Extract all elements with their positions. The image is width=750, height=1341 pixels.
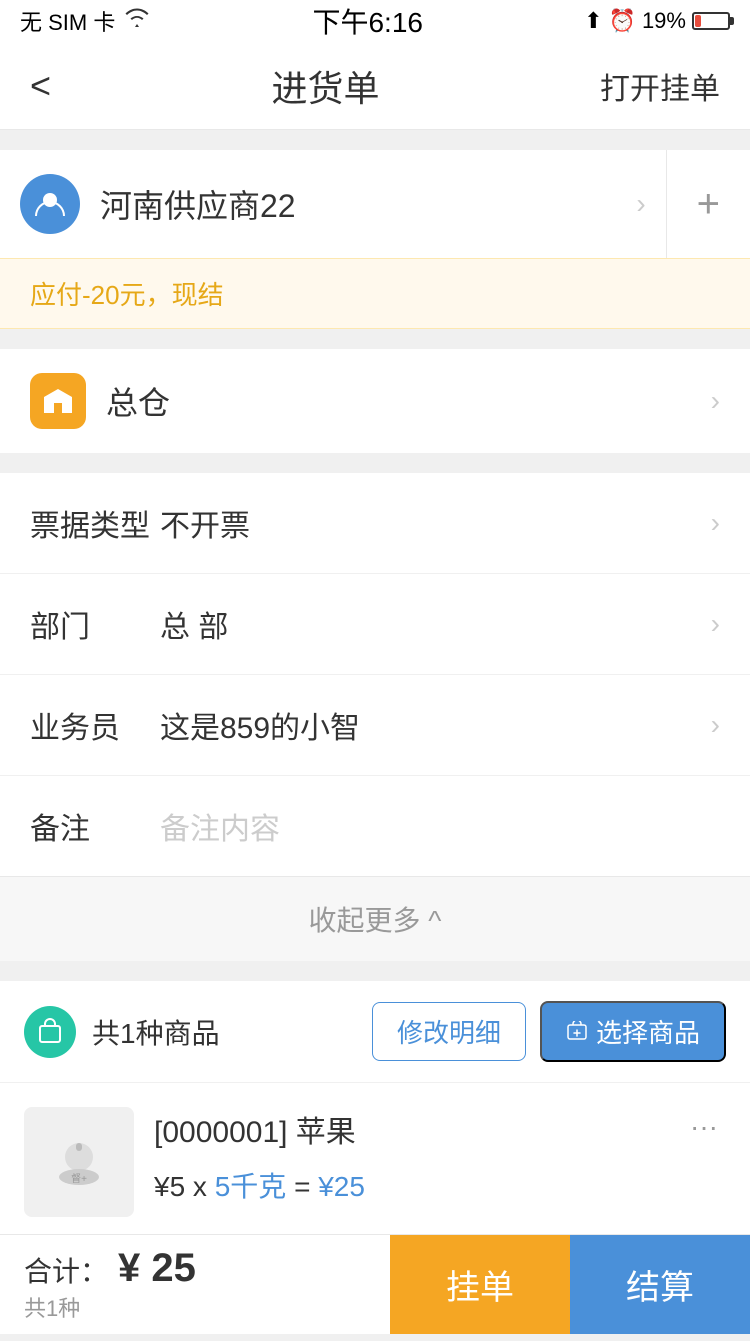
edit-detail-button[interactable]: 修改明细 — [372, 1002, 526, 1061]
total-label: 合计： — [24, 1250, 108, 1290]
carrier-label: 无 SIM 卡 — [20, 5, 115, 37]
products-count: 共1种商品 — [92, 1012, 372, 1052]
products-icon — [24, 1006, 76, 1058]
battery-icon — [692, 12, 730, 30]
total-line: 合计： ¥ 25 — [24, 1246, 366, 1291]
product-equals: = — [294, 1171, 318, 1202]
warehouse-icon — [30, 373, 86, 429]
salesman-label: 业务员 — [30, 703, 160, 747]
svg-text:督+: 督+ — [71, 1172, 87, 1185]
product-thumbnail: 督+ — [24, 1107, 134, 1217]
status-time: 下午6:16 — [312, 1, 423, 41]
open-pending-button[interactable]: 打开挂单 — [600, 64, 720, 108]
department-value: 总 部 — [160, 602, 711, 646]
department-label: 部门 — [30, 602, 160, 646]
bottom-bar: 合计： ¥ 25 共1种 挂单 结算 — [0, 1234, 750, 1334]
wifi-icon — [123, 8, 151, 34]
supplier-avatar — [20, 174, 80, 234]
ticket-type-value: 不开票 — [160, 501, 711, 545]
status-bar: 无 SIM 卡 下午6:16 ⬆ ⏰ 19% — [0, 0, 750, 42]
product-quantity: 5千克 — [215, 1171, 287, 1202]
supplier-name: 河南供应商22 — [100, 181, 636, 227]
products-header: 共1种商品 修改明细 选择商品 — [0, 981, 750, 1083]
select-product-label: 选择商品 — [596, 1013, 700, 1050]
add-supplier-button[interactable]: + — [667, 150, 750, 258]
section-gap-1 — [0, 130, 750, 150]
warehouse-name: 总仓 — [106, 378, 711, 424]
remark-label: 备注 — [30, 804, 160, 848]
ticket-type-chevron-icon: › — [711, 507, 720, 539]
product-unit-price: ¥5 x — [154, 1171, 215, 1202]
product-more-button[interactable]: ··· — [682, 1107, 726, 1147]
warehouse-section[interactable]: 总仓 › — [0, 349, 750, 453]
supplier-chevron-icon: › — [636, 188, 645, 220]
nav-bar: < 进货单 打开挂单 — [0, 42, 750, 130]
location-icon: ⬆ — [584, 8, 602, 34]
settle-button[interactable]: 结算 — [570, 1235, 750, 1334]
alarm-icon: ⏰ — [609, 8, 636, 34]
product-title: 苹果 — [296, 1116, 356, 1149]
product-id: [0000001] — [154, 1116, 296, 1149]
select-product-button[interactable]: 选择商品 — [540, 1001, 726, 1062]
department-row[interactable]: 部门 总 部 › — [0, 574, 750, 675]
salesman-chevron-icon: › — [711, 709, 720, 741]
product-price: ¥5 x 5千克 = ¥25 — [154, 1165, 682, 1205]
hang-button[interactable]: 挂单 — [390, 1235, 570, 1334]
salesman-row[interactable]: 业务员 这是859的小智 › — [0, 675, 750, 776]
total-sub: 共1种 — [24, 1291, 366, 1323]
remark-input[interactable]: 备注内容 — [160, 804, 720, 848]
product-info: [0000001] 苹果 ¥5 x 5千克 = ¥25 — [154, 1107, 682, 1205]
page-title: 进货单 — [272, 60, 380, 112]
battery-percent: 19% — [642, 8, 686, 34]
bottom-total: 合计： ¥ 25 共1种 — [0, 1235, 390, 1334]
products-section: 共1种商品 修改明细 选择商品 督+ [0000001] 苹果 — [0, 981, 750, 1241]
section-gap-2 — [0, 329, 750, 349]
section-gap-4 — [0, 961, 750, 981]
total-amount: ¥ 25 — [118, 1246, 196, 1291]
status-left: 无 SIM 卡 — [20, 5, 151, 37]
ticket-type-label: 票据类型 — [30, 501, 160, 545]
department-chevron-icon: › — [711, 608, 720, 640]
back-button[interactable]: < — [30, 65, 51, 107]
supplier-section: 河南供应商22 › + — [0, 150, 750, 258]
supplier-row[interactable]: 河南供应商22 › — [0, 150, 667, 258]
section-gap-3 — [0, 453, 750, 473]
status-right: ⬆ ⏰ 19% — [584, 8, 730, 34]
collapse-bar[interactable]: 收起更多 ^ — [0, 876, 750, 961]
product-item: 督+ [0000001] 苹果 ¥5 x 5千克 = ¥25 ··· — [0, 1083, 750, 1241]
product-total: ¥25 — [318, 1171, 365, 1202]
warehouse-chevron-icon: › — [711, 385, 720, 417]
notice-bar: 应付-20元，现结 — [0, 258, 750, 329]
remark-row[interactable]: 备注 备注内容 — [0, 776, 750, 876]
product-name: [0000001] 苹果 — [154, 1107, 682, 1151]
ticket-type-row[interactable]: 票据类型 不开票 › — [0, 473, 750, 574]
salesman-value: 这是859的小智 — [160, 703, 711, 747]
form-section: 票据类型 不开票 › 部门 总 部 › 业务员 这是859的小智 › 备注 备注… — [0, 473, 750, 876]
